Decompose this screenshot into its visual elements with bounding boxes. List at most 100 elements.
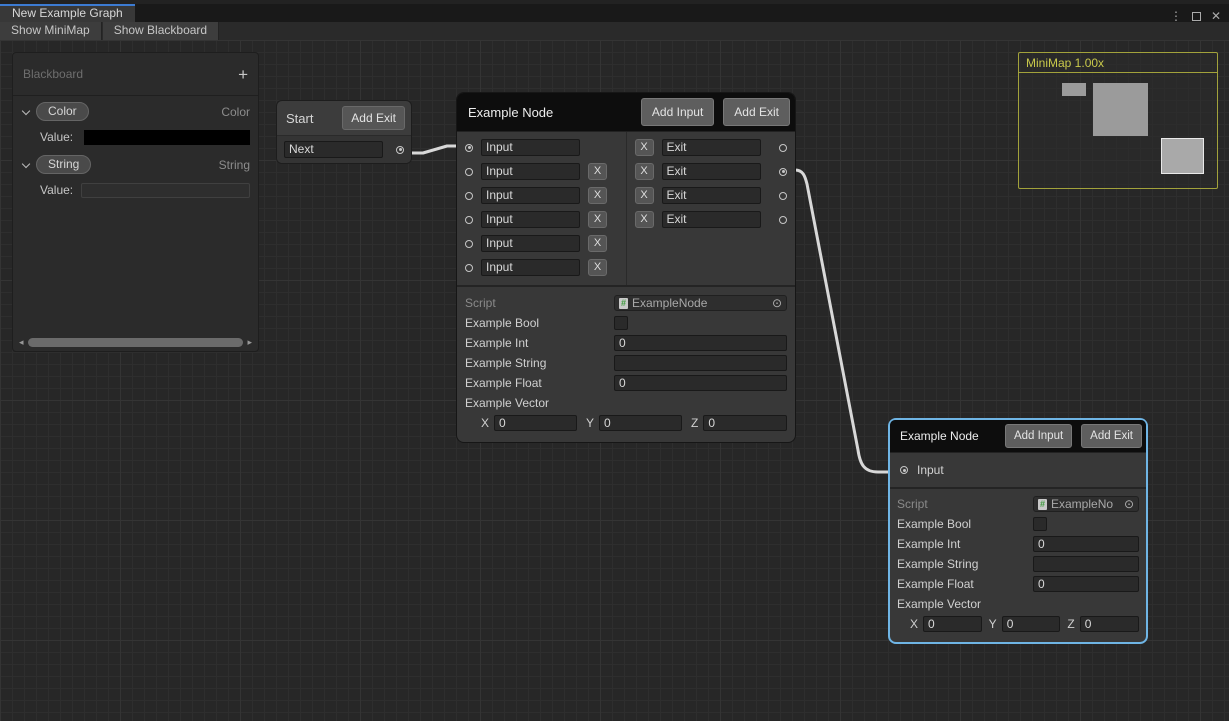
show-minimap-button[interactable]: Show MiniMap xyxy=(0,22,102,40)
blackboard-add-button[interactable]: + xyxy=(238,66,248,83)
chevron-down-icon[interactable] xyxy=(21,159,31,168)
bool-checkbox[interactable] xyxy=(1033,517,1047,531)
string-field[interactable] xyxy=(1033,556,1139,572)
kebab-menu-icon[interactable]: ⋮ xyxy=(1170,10,1182,22)
input-port[interactable] xyxy=(465,239,473,248)
delete-exit-button[interactable]: X xyxy=(634,163,654,180)
int-label: Example Int xyxy=(897,537,961,551)
delete-input-button[interactable]: X xyxy=(588,259,607,276)
delete-exit-button[interactable]: X xyxy=(634,211,654,228)
vector-y-field[interactable]: 0 xyxy=(1001,616,1061,632)
add-exit-button[interactable]: Add Exit xyxy=(723,98,790,126)
scrollbar-thumb[interactable] xyxy=(27,338,244,347)
tab-new-example-graph[interactable]: New Example Graph xyxy=(0,4,135,22)
script-asset-icon: # xyxy=(619,297,628,309)
input-port[interactable] xyxy=(900,466,908,474)
input-name-field[interactable]: Input xyxy=(481,259,580,276)
input-port[interactable] xyxy=(465,215,473,224)
float-label: Example Float xyxy=(465,376,542,390)
vector-y-field[interactable]: 0 xyxy=(599,415,682,431)
example-node-2-selected[interactable]: Example Node Add Input Add Exit Input Sc… xyxy=(888,418,1148,644)
vector-z-field[interactable]: 0 xyxy=(703,415,787,431)
delete-input-button[interactable]: X xyxy=(588,163,607,180)
blackboard-header: Blackboard + xyxy=(13,53,258,96)
float-row: Example Float 0 xyxy=(897,574,1139,594)
float-field[interactable]: 0 xyxy=(614,375,787,391)
exit-port-row: X Exit xyxy=(634,211,787,228)
input-name-field[interactable]: Input xyxy=(481,211,580,228)
exit-name-field[interactable]: Next xyxy=(284,141,383,158)
exit-name-field[interactable]: Exit xyxy=(661,187,761,204)
input-name-field[interactable]: Input xyxy=(481,187,580,204)
input-name-field[interactable]: Input xyxy=(481,235,580,252)
edge-start-to-node1[interactable] xyxy=(402,144,466,155)
output-port[interactable] xyxy=(396,145,404,154)
exit-name-field[interactable]: Exit xyxy=(661,163,761,180)
input-name-field[interactable]: Input xyxy=(481,163,580,180)
object-picker-icon[interactable]: ⊙ xyxy=(1124,498,1134,510)
delete-exit-button[interactable]: X xyxy=(634,139,654,156)
output-port[interactable] xyxy=(779,143,787,152)
exit-name-field[interactable]: Exit xyxy=(661,139,761,156)
edge-node1-to-node2[interactable] xyxy=(785,168,899,474)
script-object-field[interactable]: # ExampleNo ⊙ xyxy=(1033,496,1139,512)
delete-input-button[interactable]: X xyxy=(588,187,607,204)
blackboard-field-name[interactable]: String xyxy=(36,155,92,174)
scroll-right-icon[interactable]: ▸ xyxy=(245,337,254,348)
vector-x-field[interactable]: 0 xyxy=(494,415,577,431)
color-swatch[interactable] xyxy=(84,129,250,145)
blackboard-color-value-row: Value: xyxy=(13,125,258,149)
vector-z-field[interactable]: 0 xyxy=(1079,616,1140,632)
add-input-button[interactable]: Add Input xyxy=(640,98,715,126)
scroll-left-icon[interactable]: ◂ xyxy=(17,337,26,348)
output-port[interactable] xyxy=(779,191,787,200)
value-label: Value: xyxy=(40,183,74,197)
minimap-node-rect-node1[interactable] xyxy=(1093,83,1148,136)
delete-exit-button[interactable]: X xyxy=(634,187,654,204)
script-object-field[interactable]: # ExampleNode ⊙ xyxy=(614,295,787,311)
graph-canvas[interactable]: Blackboard + Color Color Value: String S… xyxy=(0,40,1229,721)
input-port[interactable] xyxy=(465,167,473,176)
blackboard-field-string[interactable]: String String xyxy=(13,151,258,178)
input-port[interactable] xyxy=(465,143,473,152)
blackboard-field-name[interactable]: Color xyxy=(36,102,89,121)
float-field[interactable]: 0 xyxy=(1033,576,1139,592)
int-field[interactable]: 0 xyxy=(614,335,787,351)
show-blackboard-button[interactable]: Show Blackboard xyxy=(102,22,220,40)
object-picker-icon[interactable]: ⊙ xyxy=(772,297,782,309)
string-value-field[interactable] xyxy=(81,182,250,198)
bool-row: Example Bool xyxy=(465,313,787,333)
input-port[interactable] xyxy=(465,191,473,200)
close-icon[interactable]: ✕ xyxy=(1211,10,1221,22)
bool-checkbox[interactable] xyxy=(614,316,628,330)
vector-x-field[interactable]: 0 xyxy=(923,616,982,632)
minimap-viewport[interactable] xyxy=(1019,73,1217,185)
blackboard-field-type: Color xyxy=(221,104,250,119)
add-exit-button[interactable]: Add Exit xyxy=(342,106,405,130)
start-node[interactable]: Start Add Exit Next xyxy=(276,100,412,164)
minimap-node-rect-start[interactable] xyxy=(1062,83,1086,96)
output-port[interactable] xyxy=(779,167,787,176)
maximize-icon[interactable] xyxy=(1191,11,1201,21)
delete-input-button[interactable]: X xyxy=(588,235,607,252)
graph-toolbar: Show MiniMap Show Blackboard xyxy=(0,22,1229,40)
input-name-field[interactable]: Input xyxy=(481,139,580,156)
int-field[interactable]: 0 xyxy=(1033,536,1139,552)
input-port[interactable] xyxy=(465,263,473,272)
blackboard-panel[interactable]: Blackboard + Color Color Value: String S… xyxy=(12,52,259,352)
blackboard-field-color[interactable]: Color Color xyxy=(13,98,258,125)
minimap-panel[interactable]: MiniMap 1.00x xyxy=(1018,52,1218,189)
delete-input-button[interactable]: X xyxy=(588,211,607,228)
add-input-button[interactable]: Add Input xyxy=(1004,424,1073,448)
start-node-exit-row: Next xyxy=(277,135,411,163)
string-row: Example String xyxy=(897,554,1139,574)
output-port[interactable] xyxy=(779,215,787,224)
minimap-node-rect-node2-selected[interactable] xyxy=(1161,138,1204,174)
add-exit-button[interactable]: Add Exit xyxy=(1081,424,1142,448)
blackboard-horizontal-scrollbar[interactable]: ◂ ▸ xyxy=(17,337,254,348)
chevron-down-icon[interactable] xyxy=(21,106,31,115)
bool-label: Example Bool xyxy=(465,316,540,330)
example-node-1[interactable]: Example Node Add Input Add Exit Input In… xyxy=(456,92,796,443)
string-field[interactable] xyxy=(614,355,787,371)
exit-name-field[interactable]: Exit xyxy=(661,211,761,228)
